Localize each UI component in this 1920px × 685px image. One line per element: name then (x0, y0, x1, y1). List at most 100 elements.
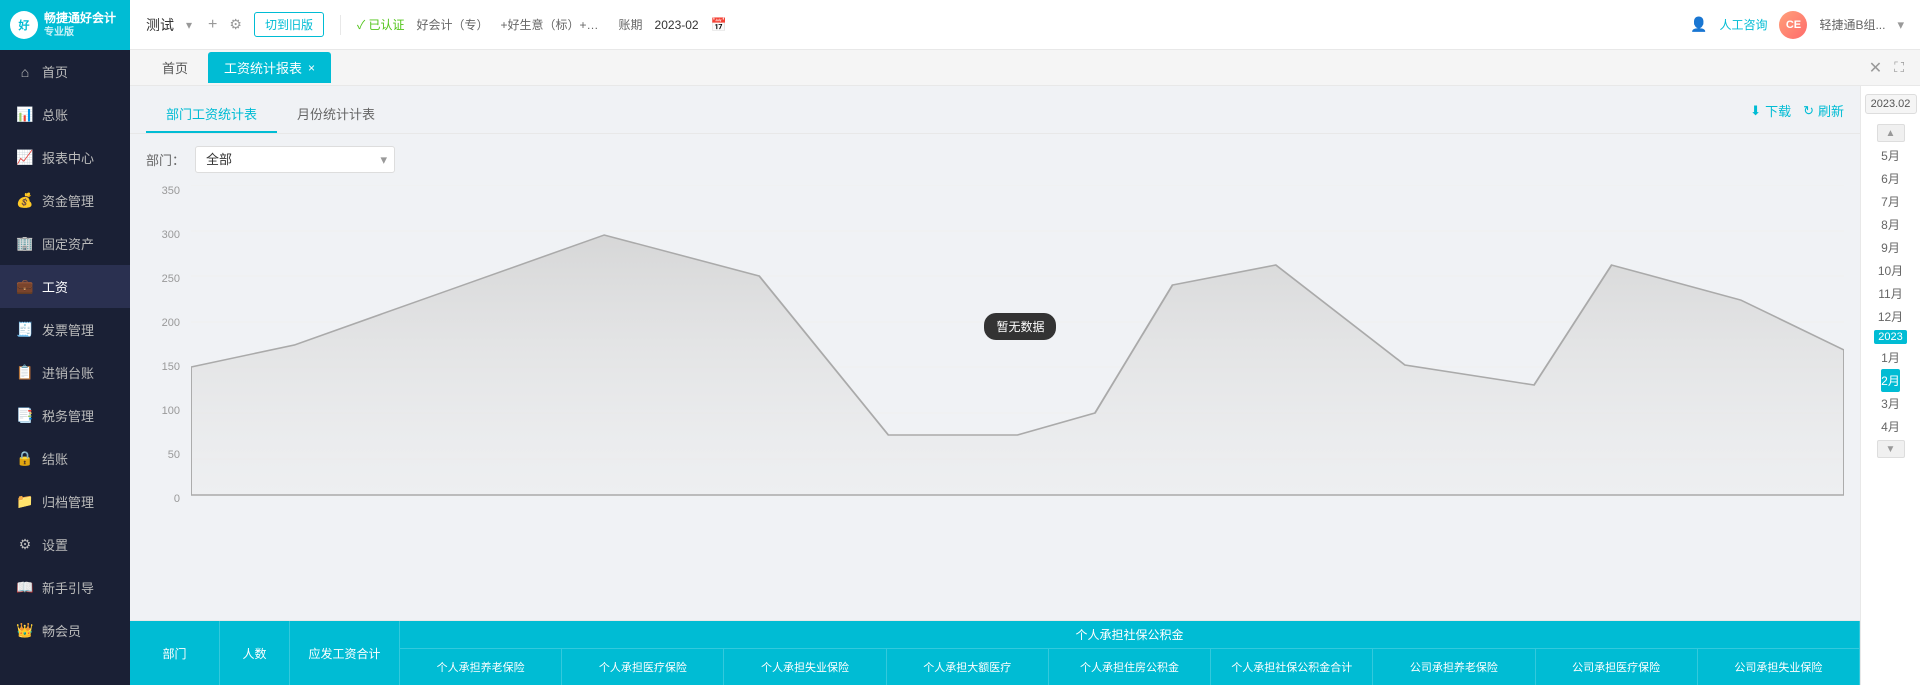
th-company-medical: 公司承担医疗保险 (1536, 649, 1698, 685)
accounting-type: 好会计（专） (416, 16, 488, 33)
th-dept: 部门 (130, 621, 220, 685)
panel-year-badge[interactable]: 2023 (1874, 330, 1906, 344)
panel-month-6月[interactable]: 6月 (1878, 167, 1903, 190)
sidebar-icon-3: 💰 (16, 192, 34, 209)
sidebar-label-7: 进销台账 (42, 363, 94, 382)
y-axis: 350 300 250 200 150 100 50 0 (146, 185, 186, 505)
panel-month-11月[interactable]: 11月 (1878, 282, 1903, 305)
tab-salary-report[interactable]: 工资统计报表 × (208, 52, 331, 83)
download-btn[interactable]: ⬇ 下载 (1750, 101, 1791, 120)
period-label: 账期 (619, 16, 643, 33)
content-with-panel: 部门工资统计表 月份统计计表 ⬇ 下载 ↻ 刷新 部门： (130, 86, 1920, 685)
th-personal-housing-fund: 个人承担住房公积金 (1049, 649, 1211, 685)
topbar-title: 测试 (146, 15, 174, 35)
panel-month2-1月[interactable]: 1月 (1881, 346, 1900, 369)
close-panel-icon[interactable]: ✕ (1869, 58, 1882, 78)
support-btn[interactable]: 人工咨询 (1719, 16, 1767, 33)
th-count: 人数 (220, 621, 290, 685)
sidebar-item-新手引导[interactable]: 📖 新手引导 (0, 566, 130, 609)
tab-close-icon[interactable]: × (308, 61, 315, 75)
th-personal-unemployment: 个人承担失业保险 (724, 649, 886, 685)
panel-month-10月[interactable]: 10月 (1878, 259, 1903, 282)
down-arrow-icon: ▼ (1886, 444, 1896, 455)
panel-months-bottom: 1月2月3月4月 (1881, 346, 1900, 438)
tab-home[interactable]: 首页 (146, 52, 204, 83)
sidebar-item-归档管理[interactable]: 📁归档管理 (0, 480, 130, 523)
sidebar-label-13: 畅会员 (42, 621, 81, 640)
sidebar-icon-10: 📁 (16, 493, 34, 510)
sidebar-icon-0: ⌂ (16, 64, 34, 80)
panel-month2-3月[interactable]: 3月 (1881, 392, 1900, 415)
panel-month-8月[interactable]: 8月 (1878, 213, 1903, 236)
sidebar-label-8: 税务管理 (42, 406, 94, 425)
sidebar-item-发票管理[interactable]: 🧾发票管理 (0, 308, 130, 351)
topbar-arrow-icon[interactable]: ▾ (186, 18, 192, 32)
sidebar-item-固定资产[interactable]: 🏢固定资产 (0, 222, 130, 265)
download-icon: ⬇ (1750, 103, 1761, 119)
chart-container: 350 300 250 200 150 100 50 0 (146, 185, 1844, 535)
app-logo: 好 畅捷通好会计 专业版 (0, 0, 130, 50)
expand-panel-icon[interactable]: ⛶ (1894, 59, 1904, 76)
chart-area: 350 300 250 200 150 100 50 0 (130, 185, 1860, 620)
panel-month-7月[interactable]: 7月 (1878, 190, 1903, 213)
sidebar-icon-11: ⚙ (16, 536, 34, 553)
th-personal-pension: 个人承担养老保险 (400, 649, 562, 685)
subtab-month[interactable]: 月份统计计表 (277, 96, 395, 133)
th-total-salary: 应发工资合计 (290, 621, 400, 685)
topbar-add-icon[interactable]: + (208, 16, 217, 34)
subtab-actions: ⬇ 下载 ↻ 刷新 (1750, 101, 1844, 128)
sidebar-item-首页[interactable]: ⌂首页 (0, 50, 130, 93)
logo-text: 畅捷通好会计 专业版 (44, 11, 116, 40)
sidebar-icon-7: 📋 (16, 364, 34, 381)
topbar: 测试 ▾ + ⚙ 切到旧版 ✓ 已认证 好会计（专） +好生意（标）+… 账期 … (130, 0, 1920, 50)
sidebar-label-12: 新手引导 (42, 578, 94, 597)
sidebar-icon-2: 📈 (16, 149, 34, 166)
sidebar-item-税务管理[interactable]: 📑 税务管理 (0, 394, 130, 437)
panel-month-9月[interactable]: 9月 (1878, 236, 1903, 259)
tabbar: 首页 工资统计报表 × ✕ ⛶ (130, 50, 1920, 86)
sidebar-icon-4: 🏢 (16, 235, 34, 252)
sidebar-item-进销台账[interactable]: 📋 进销台账 (0, 351, 130, 394)
switch-old-btn[interactable]: 切到旧版 (254, 12, 324, 37)
dept-select[interactable]: 全部 销售部 技术部 财务部 行政部 (195, 146, 395, 173)
chart-svg-area: 暂无数据 (191, 185, 1844, 505)
refresh-btn[interactable]: ↻ 刷新 (1803, 101, 1844, 120)
panel-month-12月[interactable]: 12月 (1878, 305, 1903, 328)
sidebar-icon-5: 💼 (16, 278, 34, 295)
panel-month2-2月[interactable]: 2月 (1881, 369, 1900, 392)
topbar-gear-icon[interactable]: ⚙ (229, 16, 242, 33)
sidebar-label-3: 资金管理 (42, 191, 94, 210)
th-personal-total: 个人承担社保公积金合计 (1211, 649, 1373, 685)
sidebar-icon-12: 📖 (16, 579, 34, 596)
sidebar-item-结账[interactable]: 🔒结账 (0, 437, 130, 480)
panel-month2-4月[interactable]: 4月 (1881, 415, 1900, 438)
th-company-unemployment: 公司承担失业保险 (1698, 649, 1860, 685)
business-type: +好生意（标）+… (501, 16, 599, 33)
sidebar-item-报表中心[interactable]: 📈 报表中心 (0, 136, 130, 179)
up-arrow-icon: ▲ (1886, 128, 1896, 139)
sidebar-item-总账[interactable]: 📊总账 (0, 93, 130, 136)
sidebar-item-资金管理[interactable]: 💰 资金管理 (0, 179, 130, 222)
panel-up-btn[interactable]: ▲ (1877, 124, 1905, 142)
refresh-icon: ↻ (1803, 103, 1814, 119)
content-panel: 部门工资统计表 月份统计计表 ⬇ 下载 ↻ 刷新 部门： (130, 86, 1860, 685)
sidebar-item-畅会员[interactable]: 👑畅会员 (0, 609, 130, 652)
support-icon: 👤 (1690, 16, 1707, 33)
logo-icon: 好 (10, 11, 38, 39)
right-panel: 2023.02 ▲ 5月6月7月8月9月10月11月12月 2023 1月2月3… (1860, 86, 1920, 685)
certified-status: ✓ 已认证 (357, 16, 405, 33)
calendar-icon[interactable]: 📅 (711, 17, 727, 33)
subtab-dept[interactable]: 部门工资统计表 (146, 96, 277, 133)
table-header: 部门 人数 应发工资合计 个人承担社保公积金 个人承担养老保险 个人承担医疗保险… (130, 621, 1860, 685)
sidebar-item-设置[interactable]: ⚙设置 (0, 523, 130, 566)
panel-down-btn[interactable]: ▼ (1877, 440, 1905, 458)
dept-select-wrapper: 全部 销售部 技术部 财务部 行政部 (195, 146, 395, 173)
th-company-pension: 公司承担养老保险 (1373, 649, 1535, 685)
sidebar-icon-8: 📑 (16, 407, 34, 424)
sidebar-item-工资[interactable]: 💼工资 (0, 265, 130, 308)
user-dropdown-icon[interactable]: ▾ (1897, 17, 1904, 33)
sidebar-label-2: 报表中心 (42, 148, 94, 167)
panel-month-5月[interactable]: 5月 (1878, 144, 1903, 167)
sidebar-nav: ⌂首页📊总账 📈 报表中心 💰 资金管理 🏢固定资产💼工资🧾发票管理 📋 进销台账 📑 税务管理 🔒… (0, 50, 130, 652)
username: 轻捷通B组... (1819, 16, 1885, 33)
